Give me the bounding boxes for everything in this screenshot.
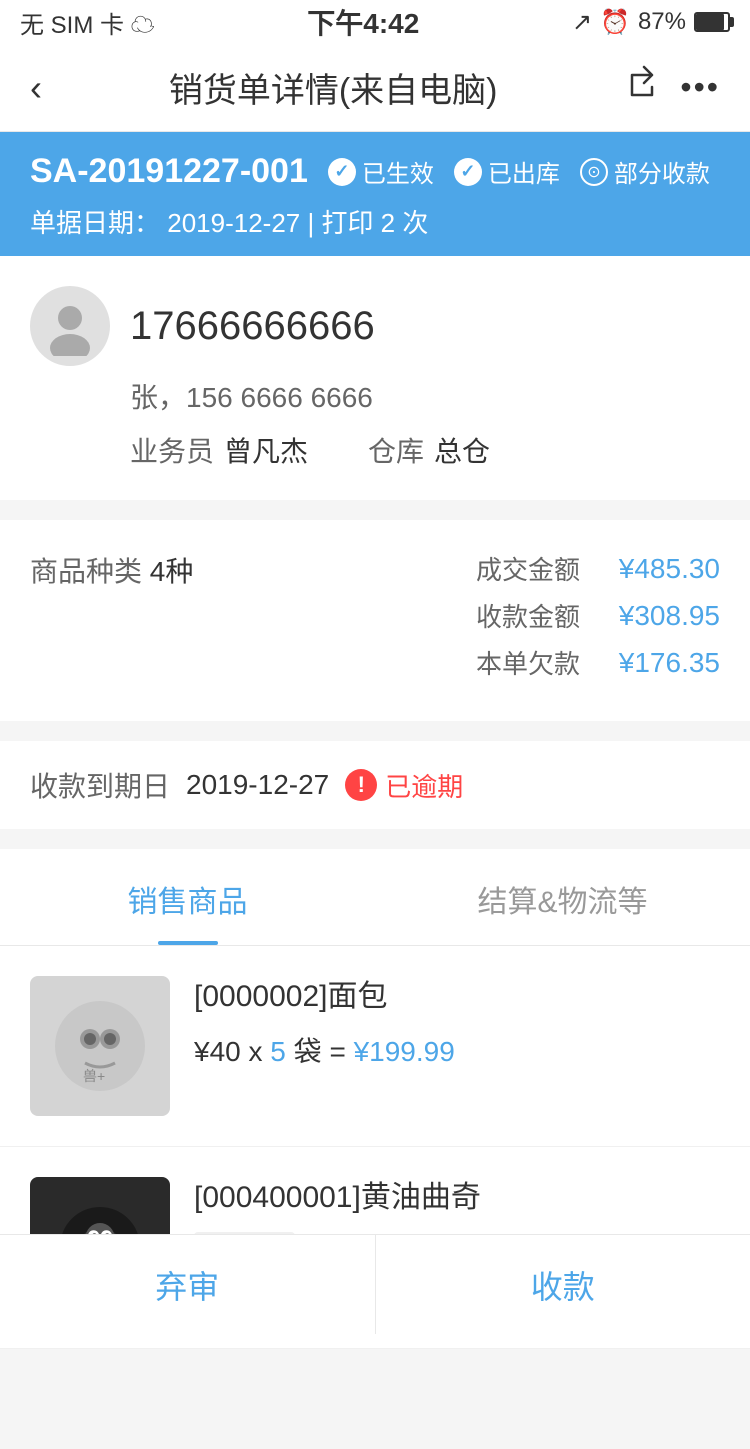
product-item: 兽+ [0000002]面包 ¥40 x 5 袋 = ¥199.99: [0, 946, 750, 1147]
alarm-icon: ⏰: [600, 8, 630, 37]
sim-status: 无 SIM 卡 ☁: [20, 5, 155, 40]
customer-top: 17666666666: [30, 286, 720, 366]
collected-amount-row: 收款金额 ¥308.95: [476, 597, 720, 634]
product-qty: 5: [270, 1036, 286, 1067]
due-date-section: 收款到期日 2019-12-27 ! 已逾期: [0, 741, 750, 829]
date-label: 单据日期：: [30, 208, 160, 238]
owed-amount-value: ¥176.35: [600, 647, 720, 679]
due-date-value: 2019-12-27: [186, 769, 329, 801]
location-icon: ↗: [572, 8, 592, 37]
product-total: ¥199.99: [354, 1036, 455, 1067]
tabs-section: 销售商品 结算&物流等: [0, 849, 750, 946]
status-badge-partial: ⊙ 部分收款: [580, 154, 710, 189]
confirm-label: 收款: [531, 1262, 595, 1308]
deal-amount-value: ¥485.30: [600, 553, 720, 585]
confirm-button[interactable]: 收款: [376, 1235, 750, 1334]
customer-section: 17666666666 张，156 6666 6666 业务员 曾凡杰 仓库 总…: [0, 256, 750, 500]
summary-section: 商品种类 4种 成交金额 ¥485.30 收款金额 ¥308.95 本单欠款 ¥…: [0, 520, 750, 721]
back-button[interactable]: ‹: [30, 67, 42, 109]
nav-bar: ‹ 销货单详情(来自电脑) •••: [0, 44, 750, 132]
product-image-bread: 兽+: [30, 976, 170, 1116]
owed-amount-row: 本单欠款 ¥176.35: [476, 644, 720, 681]
clock-icon: ⊙: [580, 158, 608, 186]
tab-settlement[interactable]: 结算&物流等: [375, 849, 750, 945]
status-active-label: 已生效: [362, 154, 434, 189]
product-equals: =: [329, 1036, 353, 1067]
product-name-bread: [0000002]面包: [194, 976, 720, 1018]
status-badge-active: ✓ 已生效: [328, 154, 434, 189]
svg-text:兽+: 兽+: [83, 1068, 105, 1084]
product-unit: 袋: [294, 1036, 322, 1067]
check-icon-2: ✓: [454, 158, 482, 186]
status-left: 无 SIM 卡 ☁: [20, 5, 155, 40]
status-time: 下午4:42: [307, 2, 419, 42]
battery-level: 87%: [638, 8, 686, 36]
warehouse-label: 仓库: [368, 430, 424, 470]
more-icon[interactable]: •••: [680, 69, 720, 106]
customer-name-phone: 张，156 6666 6666: [30, 376, 720, 416]
overdue-label: 已逾期: [385, 767, 463, 804]
salesperson-item: 业务员 曾凡杰: [130, 430, 308, 470]
tab-sales-products[interactable]: 销售商品: [0, 849, 375, 945]
salesperson-value: 曾凡杰: [224, 430, 308, 470]
deal-amount-row: 成交金额 ¥485.30: [476, 550, 720, 587]
order-header: SA-20191227-001 ✓ 已生效 ✓ 已出库 ⊙ 部分收款 单据日期：…: [0, 132, 750, 256]
product-name-cookies: [000400001]黄油曲奇: [194, 1177, 720, 1219]
share-icon[interactable]: [624, 65, 660, 110]
collected-amount-value: ¥308.95: [600, 600, 720, 632]
product-count-value: 4种: [150, 556, 194, 587]
customer-meta: 业务员 曾凡杰 仓库 总仓: [30, 430, 720, 470]
status-shipped-label: 已出库: [488, 154, 560, 189]
owed-amount-label: 本单欠款: [476, 644, 580, 681]
nav-actions: •••: [624, 65, 720, 110]
warehouse-item: 仓库 总仓: [368, 430, 490, 470]
avatar: [30, 286, 110, 366]
product-count-label: 商品种类: [30, 556, 142, 587]
warehouse-value: 总仓: [434, 430, 490, 470]
salesperson-label: 业务员: [130, 430, 214, 470]
status-partial-label: 部分收款: [614, 154, 710, 189]
order-id: SA-20191227-001: [30, 152, 308, 191]
status-badge-shipped: ✓ 已出库: [454, 154, 560, 189]
product-info-bread: [0000002]面包 ¥40 x 5 袋 = ¥199.99: [194, 976, 720, 1070]
status-bar: 无 SIM 卡 ☁ 下午4:42 ↗ ⏰ 87%: [0, 0, 750, 44]
check-icon-1: ✓: [328, 158, 356, 186]
summary-row: 商品种类 4种 成交金额 ¥485.30 收款金额 ¥308.95 本单欠款 ¥…: [30, 550, 720, 691]
collected-amount-label: 收款金额: [476, 597, 580, 634]
amounts: 成交金额 ¥485.30 收款金额 ¥308.95 本单欠款 ¥176.35: [476, 550, 720, 691]
product-price-value: ¥40: [194, 1036, 241, 1067]
due-date-label: 收款到期日: [30, 765, 170, 805]
page-title: 销货单详情(来自电脑): [169, 63, 498, 112]
status-right: ↗ ⏰ 87%: [572, 8, 730, 37]
order-date: 2019-12-27: [167, 208, 300, 238]
product-count: 商品种类 4种: [30, 550, 193, 590]
overdue-icon: !: [345, 769, 377, 801]
product-price-x: x: [249, 1036, 271, 1067]
order-date-row: 单据日期： 2019-12-27 | 打印 2 次: [30, 203, 720, 240]
order-id-row: SA-20191227-001 ✓ 已生效 ✓ 已出库 ⊙ 部分收款: [30, 152, 720, 191]
print-info: | 打印 2 次: [307, 208, 428, 238]
cancel-label: 弃审: [155, 1262, 219, 1308]
tab-sales-label: 销售商品: [128, 886, 248, 919]
bottom-bar: 弃审 收款: [0, 1234, 750, 1334]
product-price-bread: ¥40 x 5 袋 = ¥199.99: [194, 1030, 720, 1070]
customer-id: 17666666666: [130, 304, 375, 349]
cancel-button[interactable]: 弃审: [0, 1235, 376, 1334]
battery-icon: [694, 12, 730, 32]
deal-amount-label: 成交金额: [476, 550, 580, 587]
overdue-badge: ! 已逾期: [345, 767, 463, 804]
tab-settlement-label: 结算&物流等: [477, 886, 647, 919]
